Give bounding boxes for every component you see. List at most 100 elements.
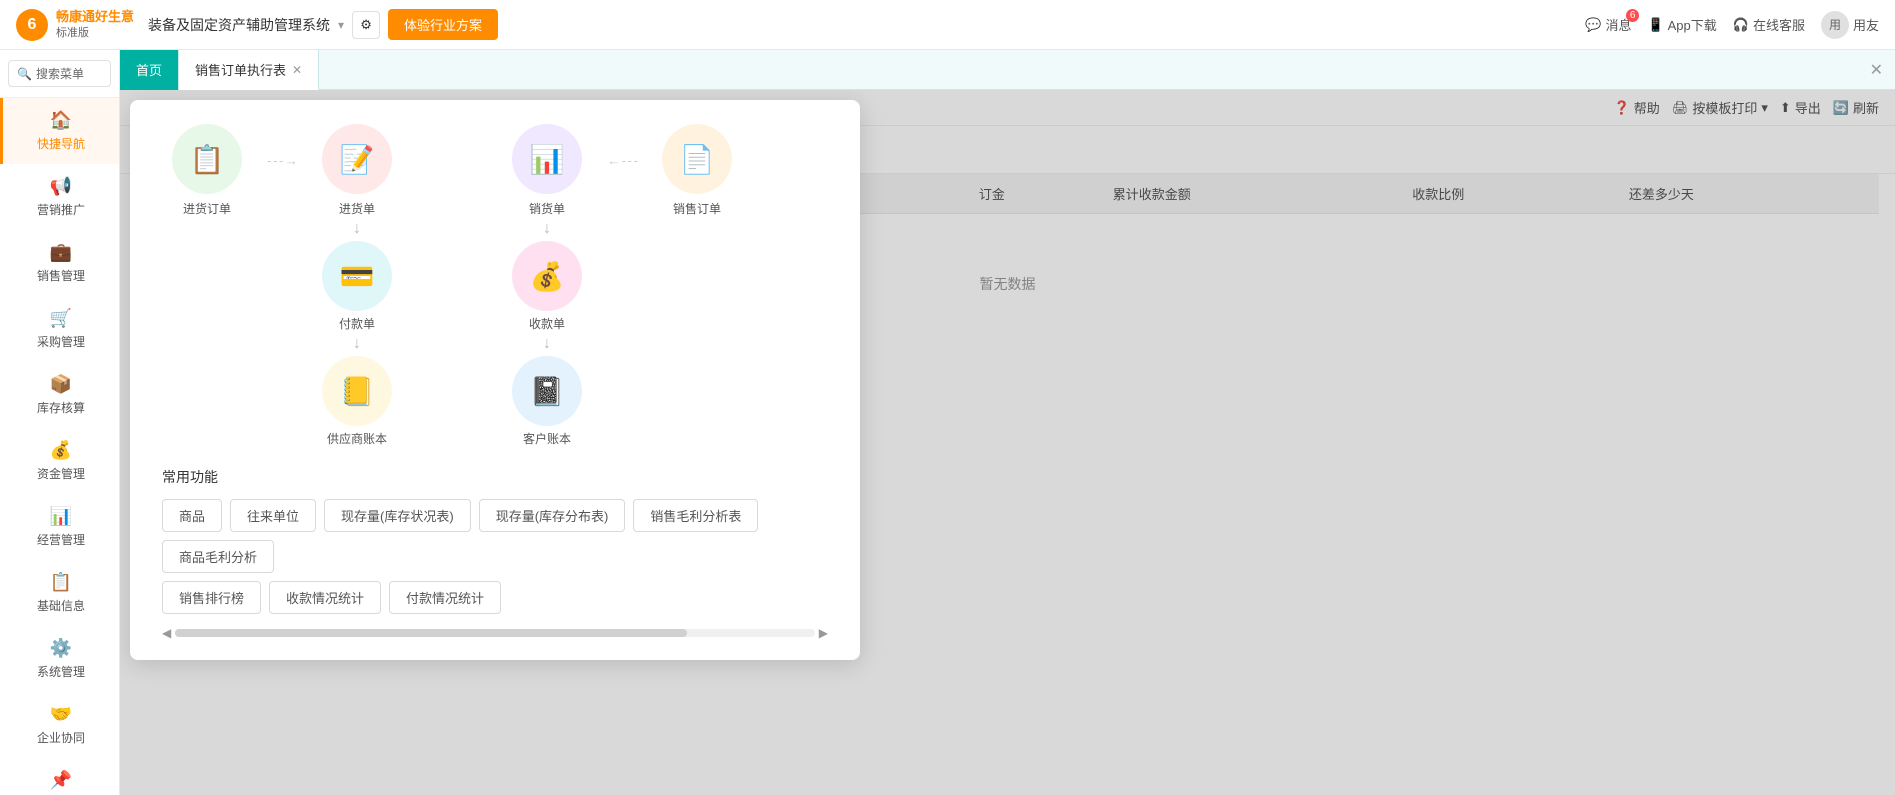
func-btn-r1-4[interactable]: 销售毛利分析表 [633, 499, 758, 532]
scroll-track [175, 629, 815, 637]
purchase-bill-label: 进货单 [339, 200, 375, 217]
sidebar-label-inventory: 库存核算 [37, 399, 85, 416]
sidebar-icon-guide: 📌 [50, 770, 72, 791]
supplier-ledger-circle: 📒 [322, 356, 392, 426]
func-btn-r1-3[interactable]: 现存量(库存分布表) [479, 499, 626, 532]
sidebar: 🔍 搜索菜单 🏠 快捷导航 📢 营销推广 💼 销售管理 🛒 采购管理 📦 库存核… [0, 50, 120, 795]
system-title: 装备及固定资产辅助管理系统 [148, 15, 330, 35]
arrow-po-to-pb: - - - → [252, 153, 312, 168]
app-download-button[interactable]: 📱 App下载 [1647, 15, 1716, 34]
search-menu-button[interactable]: 🔍 搜索菜单 [8, 60, 111, 87]
payment-bill-circle: 💳 [322, 241, 392, 311]
purchase-bill-circle: 📝 [322, 124, 392, 194]
avatar: 用 [1821, 11, 1849, 39]
flow-node-sales-bill: 📊 销货单 [502, 124, 592, 217]
sidebar-label-marketing: 营销推广 [37, 201, 85, 218]
flow-node-sales-order: 📄 销售订单 [652, 124, 742, 217]
arrow-down-receipt: ↓ [543, 221, 551, 237]
sidebar-label-enterprise: 企业协同 [37, 729, 85, 746]
sales-order-label: 销售订单 [673, 200, 721, 217]
sidebar-icon-finance: 💰 [50, 440, 72, 461]
customer-ledger-label: 客户账本 [523, 430, 571, 447]
customer-ledger-circle: 📓 [512, 356, 582, 426]
logo-text: 畅康通好生意 标准版 [56, 9, 134, 40]
sidebar-item-basic-info[interactable]: 📋 基础信息 [0, 560, 119, 626]
tab-home-label: 首页 [136, 60, 162, 79]
func-btn-r1-5[interactable]: 商品毛利分析 [162, 540, 274, 573]
func-buttons-row1: 商品往来单位现存量(库存状况表)现存量(库存分布表)销售毛利分析表商品毛利分析 [162, 499, 828, 573]
tab-sales-order-close[interactable]: ✕ [292, 63, 302, 77]
logo-area: 6 畅康通好生意 标准版 [16, 9, 136, 41]
sidebar-item-quick-nav[interactable]: 🏠 快捷导航 [0, 98, 119, 164]
popup-card: 📋 进货订单 - - - → 📝 进货单 [130, 100, 860, 660]
sidebar-icon-sys-mgmt: ⚙️ [50, 638, 72, 659]
tab-bar: 首页 销售订单执行表 ✕ ✕ [120, 50, 1895, 90]
sidebar-item-enterprise[interactable]: 🤝 企业协同 [0, 692, 119, 758]
sidebar-label-operation: 经营管理 [37, 531, 85, 548]
sidebar-item-inventory[interactable]: 📦 库存核算 [0, 362, 119, 428]
sales-bill-circle: 📊 [512, 124, 582, 194]
sidebar-label-finance: 资金管理 [37, 465, 85, 482]
tab-sales-order[interactable]: 销售订单执行表 ✕ [179, 50, 319, 90]
purchase-order-circle: 📋 [172, 124, 242, 194]
flow-col-payment: ↓ 💳 付款单 [312, 221, 402, 332]
common-functions-section: 常用功能 商品往来单位现存量(库存状况表)现存量(库存分布表)销售毛利分析表商品… [162, 467, 828, 614]
popup-overlay: 📋 进货订单 - - - → 📝 进货单 [120, 90, 1895, 795]
logo-icon: 6 [16, 9, 48, 41]
sidebar-search-area: 🔍 搜索菜单 [0, 50, 119, 98]
func-btn-r1-1[interactable]: 往来单位 [230, 499, 316, 532]
sidebar-item-sales[interactable]: 💼 销售管理 [0, 230, 119, 296]
sidebar-label-sys-mgmt: 系统管理 [37, 663, 85, 680]
func-btn-r2-2[interactable]: 付款情况统计 [389, 581, 501, 614]
flow-col-receipt: ↓ 💰 收款单 [502, 221, 592, 332]
tab-sales-order-label: 销售订单执行表 [195, 60, 286, 79]
sidebar-icon-purchase: 🛒 [50, 308, 72, 329]
flow-node-purchase-bill: 📝 进货单 [312, 124, 402, 217]
online-service-button[interactable]: 🎧 在线客服 [1733, 15, 1805, 34]
func-buttons-row2: 销售排行榜收款情况统计付款情况统计 [162, 581, 828, 614]
flow-col-supplier: ↓ 📒 供应商账本 [312, 336, 402, 447]
user-menu-button[interactable]: 用 用友 [1821, 11, 1879, 39]
scroll-left-arrow[interactable]: ◀ [162, 626, 171, 640]
system-dropdown-arrow[interactable]: ▾ [338, 18, 344, 32]
sidebar-icon-enterprise: 🤝 [50, 704, 72, 725]
receipt-bill-label: 收款单 [529, 315, 565, 332]
sidebar-icon-operation: 📊 [50, 506, 72, 527]
try-industry-button[interactable]: 体验行业方案 [388, 9, 498, 40]
sidebar-label-quick-nav: 快捷导航 [37, 135, 85, 152]
func-btn-r2-0[interactable]: 销售排行榜 [162, 581, 261, 614]
purchase-order-label: 进货订单 [183, 200, 231, 217]
func-btn-r1-0[interactable]: 商品 [162, 499, 222, 532]
sidebar-item-sys-mgmt[interactable]: ⚙️ 系统管理 [0, 626, 119, 692]
func-btn-r2-1[interactable]: 收款情况统计 [269, 581, 381, 614]
settings-button[interactable]: ⚙ [352, 11, 380, 39]
scroll-right-arrow[interactable]: ▶ [819, 626, 828, 640]
tab-home[interactable]: 首页 [120, 50, 179, 90]
supplier-ledger-label: 供应商账本 [327, 430, 387, 447]
sidebar-item-purchase[interactable]: 🛒 采购管理 [0, 296, 119, 362]
sidebar-item-marketing[interactable]: 📢 营销推广 [0, 164, 119, 230]
download-icon: 📱 [1647, 17, 1663, 33]
sidebar-item-finance[interactable]: 💰 资金管理 [0, 428, 119, 494]
sales-bill-label: 销货单 [529, 200, 565, 217]
top-bar-right: 💬 消息 6 📱 App下载 🎧 在线客服 用 用友 [1585, 11, 1879, 39]
sidebar-label-sales: 销售管理 [37, 267, 85, 284]
content-area: 首页 销售订单执行表 ✕ ✕ ❓ 帮助 🖨 按 [120, 50, 1895, 795]
service-icon: 🎧 [1733, 17, 1749, 33]
receipt-bill-circle: 💰 [512, 241, 582, 311]
message-icon: 💬 [1585, 17, 1601, 33]
sidebar-icon-sales: 💼 [50, 242, 72, 263]
flow-node-purchase-order: 📋 进货订单 [162, 124, 252, 217]
tab-bar-close-button[interactable]: ✕ [1870, 60, 1895, 80]
top-bar-mid: 装备及固定资产辅助管理系统 ▾ ⚙ 体验行业方案 [148, 9, 1573, 40]
arrow-down-payment: ↓ [353, 221, 361, 237]
func-btn-r1-2[interactable]: 现存量(库存状况表) [324, 499, 471, 532]
sidebar-item-operation[interactable]: 📊 经营管理 [0, 494, 119, 560]
message-badge: 6 [1626, 9, 1640, 22]
popup-scrollbar[interactable]: ◀ ▶ [162, 626, 828, 640]
sidebar-icon-marketing: 📢 [50, 176, 72, 197]
message-button[interactable]: 💬 消息 6 [1585, 15, 1631, 34]
sidebar-item-guide[interactable]: 📌 新手引导 [0, 758, 119, 795]
sidebar-label-purchase: 采购管理 [37, 333, 85, 350]
payment-bill-label: 付款单 [339, 315, 375, 332]
